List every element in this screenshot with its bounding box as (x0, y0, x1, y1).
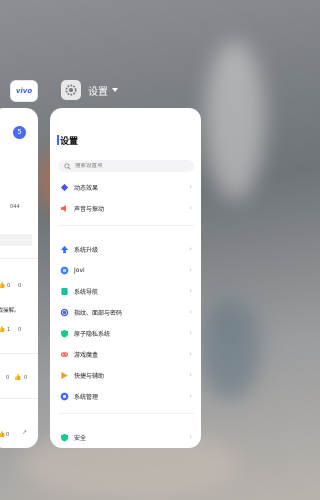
thumb-icon: 👍 (0, 326, 6, 333)
chevron-right-icon: › (189, 204, 192, 212)
gear-icon (60, 392, 69, 401)
recent-app-card-left[interactable]: 5 044 👍 0 0 游戏操解。 👍 1 0 0 👍 0 👍 0 ↗ (0, 108, 38, 448)
section-divider (58, 413, 194, 414)
settings-app-card[interactable]: 设置 动态效果 › 声音与振动 › 系统升级 › Jovi (50, 108, 201, 448)
thumb-icon: 👍 (0, 282, 6, 289)
settings-item-label: 动态效果 (74, 184, 99, 192)
chevron-right-icon: › (189, 433, 192, 441)
settings-item-shortcuts[interactable]: 快捷与辅助 › (50, 368, 201, 382)
chevron-right-icon: › (189, 392, 192, 400)
count-label: 1 (7, 327, 11, 333)
navigation-icon (60, 287, 69, 296)
settings-item-atomic-privacy[interactable]: 原子隐私系统 › (50, 326, 201, 340)
count-label: 0 (6, 375, 10, 381)
count-label: 0 (7, 283, 11, 289)
count-label: 0 (18, 283, 22, 289)
settings-item-label: 安全 (74, 434, 87, 442)
section-divider (58, 225, 194, 226)
settings-item-label: 系统管理 (74, 393, 99, 401)
arrow-up-icon (60, 245, 69, 254)
settings-item-label: 系统导航 (74, 288, 99, 296)
settings-app-header[interactable]: 设置 (61, 80, 118, 100)
settings-item-system-navigation[interactable]: 系统导航 › (50, 284, 201, 298)
view-count: 044 (10, 204, 20, 210)
settings-item-jovi[interactable]: Jovi › (50, 263, 201, 277)
divider (0, 353, 38, 354)
settings-item-fingerprint-face-password[interactable]: 指纹、面部与密码 › (50, 305, 201, 319)
settings-item-system-management[interactable]: 系统管理 › (50, 389, 201, 403)
settings-item-label: 原子隐私系统 (74, 330, 111, 338)
thumb-icon: 👍 (14, 374, 22, 381)
search-icon (64, 162, 71, 170)
chevron-right-icon: › (189, 287, 192, 295)
settings-item-label: Jovi (74, 266, 85, 274)
chevron-down-icon[interactable] (112, 88, 118, 92)
app-title: 设置 (88, 86, 108, 98)
jovi-icon (60, 266, 69, 275)
settings-item-label: 声音与振动 (74, 205, 105, 213)
speaker-icon (60, 204, 69, 213)
search-input[interactable] (75, 163, 185, 169)
chevron-right-icon: › (189, 329, 192, 337)
chevron-right-icon: › (189, 350, 192, 358)
chevron-right-icon: › (189, 245, 192, 253)
settings-item-system-update[interactable]: 系统升级 › (50, 242, 201, 256)
notification-badge: 5 (13, 126, 26, 139)
divider (0, 258, 38, 259)
settings-app-icon[interactable] (61, 80, 81, 100)
page-title: 设置 (60, 137, 79, 147)
post-snippet: 游戏操解。 (0, 308, 20, 314)
gear-icon (65, 84, 77, 96)
title-accent (57, 135, 59, 145)
settings-item-label: 游戏魔盒 (74, 351, 99, 359)
settings-item-game-box[interactable]: 游戏魔盒 › (50, 347, 201, 361)
shield-icon (60, 329, 69, 338)
settings-item-label: 快捷与辅助 (74, 372, 105, 380)
chevron-right-icon: › (189, 308, 192, 316)
diamond-icon (60, 183, 69, 192)
gamepad-icon (60, 350, 69, 359)
count-label: 0 (24, 375, 28, 381)
shortcut-icon (60, 371, 69, 380)
settings-item-sound[interactable]: 声音与振动 › (50, 201, 201, 215)
count-label: 0 (18, 327, 22, 333)
chevron-right-icon: › (189, 183, 192, 191)
vivo-logo-text: vivo (15, 87, 33, 95)
settings-item-label: 指纹、面部与密码 (74, 309, 123, 317)
search-bar[interactable] (58, 160, 194, 172)
settings-item-security[interactable]: 安全 › (50, 430, 201, 444)
input-bar (0, 234, 32, 246)
settings-item-dynamic-effects[interactable]: 动态效果 › (50, 180, 201, 194)
share-icon: ↗ (22, 429, 28, 436)
thumb-icon: 👍 (0, 431, 6, 438)
vivo-app-icon[interactable]: vivo (10, 80, 38, 102)
divider (0, 398, 38, 399)
fingerprint-icon (60, 308, 69, 317)
chevron-right-icon: › (189, 266, 192, 274)
count-label: 0 (6, 432, 10, 438)
chevron-right-icon: › (189, 371, 192, 379)
settings-item-label: 系统升级 (74, 246, 99, 254)
security-icon (60, 433, 69, 442)
